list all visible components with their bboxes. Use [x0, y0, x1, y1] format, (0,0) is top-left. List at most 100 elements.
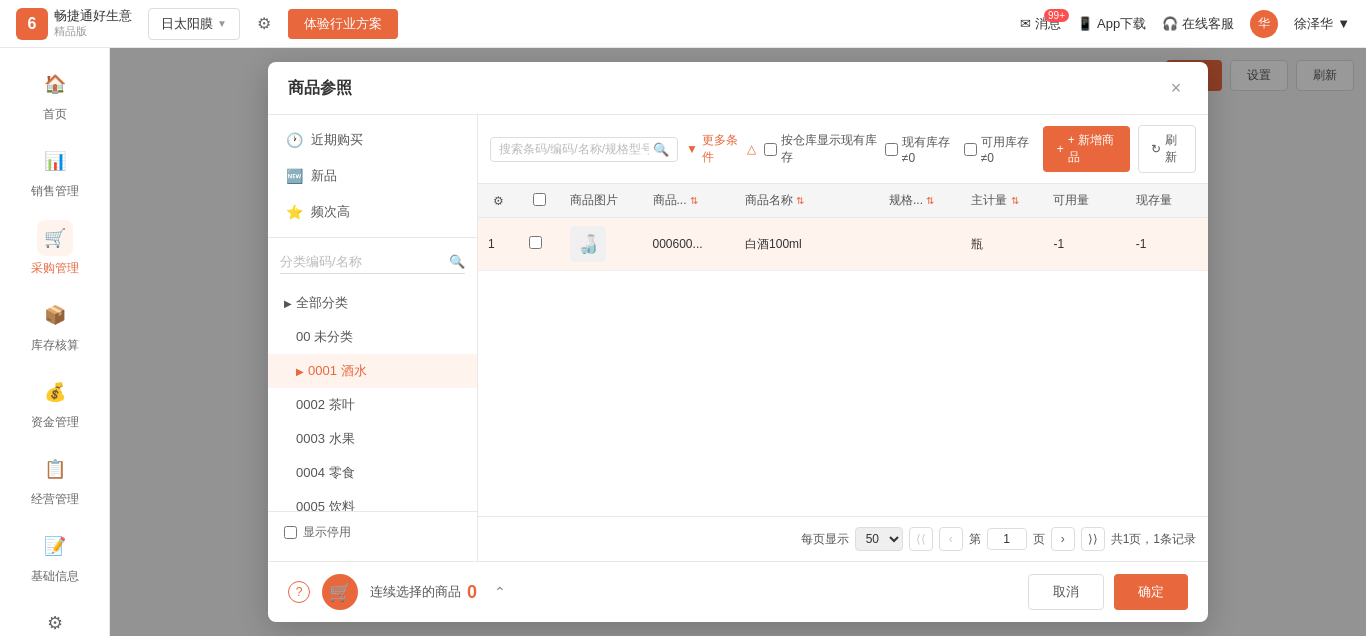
online-service-label: 在线客服	[1182, 15, 1234, 33]
warehouse-stock-filter[interactable]: 按仓库显示现有库存	[764, 132, 877, 166]
refresh-button[interactable]: ↻ 刷新	[1138, 125, 1196, 173]
category-liquor[interactable]: ▶ 0001 酒水	[268, 354, 477, 388]
row-name: 白酒100ml	[735, 218, 879, 271]
select-all-checkbox[interactable]	[533, 193, 546, 206]
col-spec[interactable]: 规格... ⇅	[879, 184, 961, 218]
col-unit[interactable]: 主计量 ⇅	[961, 184, 1043, 218]
category-fruit[interactable]: 0003 水果	[268, 422, 477, 456]
refresh-label: 刷新	[1165, 132, 1183, 166]
category-search-input[interactable]	[280, 254, 449, 269]
col-code[interactable]: 商品... ⇅	[643, 184, 736, 218]
frequent-icon: ⭐	[286, 204, 303, 220]
category-list: ▶ 全部分类 00 未分类 ▶ 0001 酒水 0002 茶	[268, 282, 477, 511]
usable-stock-checkbox[interactable]	[964, 143, 977, 156]
warehouse-stock-label: 按仓库显示现有库存	[781, 132, 877, 166]
confirm-button[interactable]: 确定	[1114, 574, 1188, 610]
sidebar-item-operations[interactable]: 📋 经营管理	[0, 441, 109, 518]
more-filter-button[interactable]: ▼ 更多条件 △	[686, 132, 756, 166]
first-page-button[interactable]: ⟨⟨	[909, 527, 933, 551]
available-stock-filter[interactable]: 现有库存≠0	[885, 134, 956, 165]
username-item[interactable]: 徐泽华 ▼	[1294, 15, 1350, 33]
finance-icon: 💰	[37, 374, 73, 410]
available-stock-checkbox[interactable]	[885, 143, 898, 156]
col-settings[interactable]: ⚙	[478, 184, 519, 218]
left-divider	[268, 237, 477, 238]
add-product-button[interactable]: + + 新增商品	[1043, 126, 1130, 172]
app-download-item[interactable]: 📱 App下载	[1077, 15, 1146, 33]
operations-icon: 📋	[37, 451, 73, 487]
modal-header: 商品参照 ×	[268, 62, 1208, 115]
new-products-tab[interactable]: 🆕 新品	[276, 159, 469, 193]
next-page-button[interactable]: ›	[1051, 527, 1075, 551]
cancel-button[interactable]: 取消	[1028, 574, 1104, 610]
help-button[interactable]: ?	[288, 581, 310, 603]
headset-icon: 🎧	[1162, 16, 1178, 31]
category-all-label: 全部分类	[296, 294, 348, 312]
sidebar-item-inventory[interactable]: 📦 库存核算	[0, 287, 109, 364]
product-search-input[interactable]	[499, 142, 649, 156]
sidebar-item-home[interactable]: 🏠 首页	[0, 56, 109, 133]
usable-stock-filter[interactable]: 可用库存≠0	[964, 134, 1035, 165]
collapse-button[interactable]: ⌃	[489, 581, 511, 603]
logo-icon: 6	[16, 8, 48, 40]
col-name-sort-icon: ⇅	[796, 195, 804, 206]
sidebar-item-system[interactable]: ⚙ 系统管理	[0, 595, 109, 636]
product-search-box: 🔍	[490, 137, 678, 162]
sidebar-item-sales[interactable]: 📊 销售管理	[0, 133, 109, 210]
store-name: 日太阳膜	[161, 15, 213, 33]
modal-title: 商品参照	[288, 78, 352, 99]
frequent-label: 频次高	[311, 203, 350, 221]
sidebar-label-basic-info: 基础信息	[31, 568, 79, 585]
show-disabled-label: 显示停用	[303, 524, 351, 541]
show-disabled-checkbox[interactable]	[284, 526, 297, 539]
category-snacks[interactable]: 0004 零食	[268, 456, 477, 490]
row-image: 🍶	[560, 218, 642, 271]
category-all[interactable]: ▶ 全部分类	[268, 286, 477, 320]
warehouse-stock-checkbox[interactable]	[764, 143, 777, 156]
table-row[interactable]: 1 🍶 000600... 白酒100ml	[478, 218, 1208, 271]
toolbar-right: + + 新增商品 ↻ 刷新	[1043, 125, 1196, 173]
row-select-checkbox[interactable]	[529, 236, 542, 249]
right-toolbar: 🔍 ▼ 更多条件 △ 按仓库显示现有库存	[478, 115, 1208, 184]
store-selector[interactable]: 日太阳膜 ▼	[148, 8, 240, 40]
app-logo: 6 畅捷通好生意 精品版	[16, 8, 132, 40]
prev-page-button[interactable]: ‹	[939, 527, 963, 551]
col-name-label: 商品名称	[745, 193, 793, 207]
cart-button[interactable]: 🛒	[322, 574, 358, 610]
right-panel: 🔍 ▼ 更多条件 △ 按仓库显示现有库存	[478, 115, 1208, 561]
category-search-icon[interactable]: 🔍	[449, 254, 465, 269]
page-number-input[interactable]	[987, 528, 1027, 550]
search-icon[interactable]: 🔍	[653, 142, 669, 157]
col-name[interactable]: 商品名称 ⇅	[735, 184, 879, 218]
settings-icon[interactable]: ⚙	[248, 8, 280, 40]
last-page-button[interactable]: ⟩⟩	[1081, 527, 1105, 551]
online-service-item[interactable]: 🎧 在线客服	[1162, 15, 1234, 33]
category-drinks[interactable]: 0005 饮料	[268, 490, 477, 511]
sidebar-item-purchase[interactable]: 🛒 采购管理	[0, 210, 109, 287]
sidebar-item-finance[interactable]: 💰 资金管理	[0, 364, 109, 441]
footer-actions: 取消 确定	[1028, 574, 1188, 610]
modal-body: 🕐 近期购买 🆕 新品 ⭐ 频次高	[268, 115, 1208, 561]
row-spec	[879, 218, 961, 271]
trial-button[interactable]: 体验行业方案	[288, 9, 398, 39]
page-size-select[interactable]: 50	[855, 527, 903, 551]
message-badge: 99+	[1044, 9, 1069, 22]
frequent-tab[interactable]: ⭐ 频次高	[276, 195, 469, 229]
col-unit-sort-icon: ⇅	[1011, 195, 1019, 206]
sidebar-item-basic-info[interactable]: 📝 基础信息	[0, 518, 109, 595]
new-label: 新品	[311, 167, 337, 185]
modal-close-button[interactable]: ×	[1164, 76, 1188, 100]
modal-overlay: 商品参照 × 🕐 近期购买 🆕	[110, 48, 1366, 636]
user-avatar[interactable]: 华	[1250, 10, 1278, 38]
category-tea[interactable]: 0002 茶叶	[268, 388, 477, 422]
sidebar: 🏠 首页 📊 销售管理 🛒 采购管理 📦 库存核算 💰 资金管理 📋 经营管理 …	[0, 48, 110, 636]
sales-icon: 📊	[37, 143, 73, 179]
selected-label: 连续选择的商品	[370, 583, 461, 601]
row-unit: 瓶	[961, 218, 1043, 271]
modal-footer: ? 🛒 连续选择的商品 0 ⌃ 取消 确定	[268, 561, 1208, 622]
message-item[interactable]: ✉ 消息 99+	[1020, 15, 1061, 33]
username-arrow-icon: ▼	[1337, 16, 1350, 31]
category-tea-label: 0002 茶叶	[296, 396, 355, 414]
category-unclassified[interactable]: 00 未分类	[268, 320, 477, 354]
recent-purchases-tab[interactable]: 🕐 近期购买	[276, 123, 469, 157]
